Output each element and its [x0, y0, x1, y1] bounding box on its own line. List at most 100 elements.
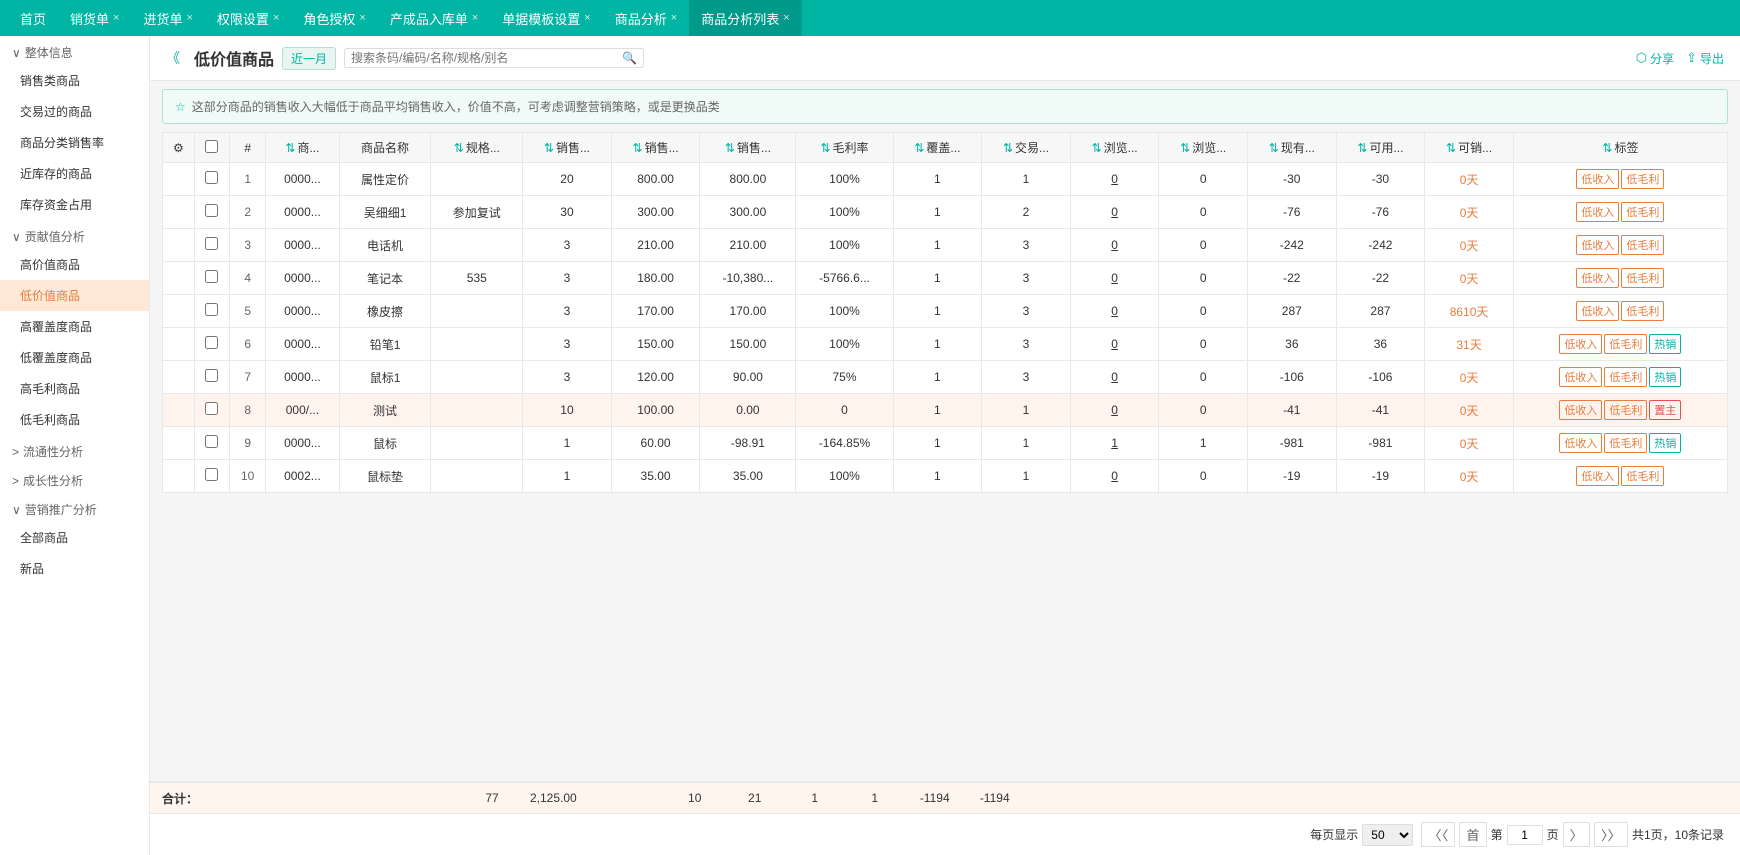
sidebar-item-all-products[interactable]: 全部商品: [0, 522, 149, 553]
row-spec-9: [431, 460, 523, 493]
export-btn[interactable]: ⇪ 导出: [1686, 50, 1724, 67]
col-checkbox-all[interactable]: [194, 133, 229, 163]
col-tags[interactable]: ⇅标签: [1513, 133, 1727, 163]
view1-link[interactable]: 0: [1111, 304, 1118, 318]
view1-link[interactable]: 0: [1111, 370, 1118, 384]
col-settings[interactable]: ⚙: [163, 133, 195, 163]
row-num-8: 9: [230, 427, 266, 460]
row-current-0: -30: [1248, 163, 1337, 196]
nav-purchase[interactable]: 进货单 ×: [131, 0, 204, 36]
row-check-1[interactable]: [205, 204, 218, 217]
row-check-0[interactable]: [205, 171, 218, 184]
sidebar-item-high-coverage[interactable]: 高覆盖度商品: [0, 311, 149, 342]
nav-template[interactable]: 单据模板设置 ×: [490, 0, 602, 36]
row-spec-0: [431, 163, 523, 196]
sidebar-group-growth-arrow[interactable]: >: [12, 474, 19, 488]
col-sellable[interactable]: ⇅可销...: [1425, 133, 1514, 163]
nav-product-analysis[interactable]: 商品分析 ×: [603, 0, 689, 36]
sidebar-item-stock-fund[interactable]: 库存资金占用: [0, 189, 149, 220]
nav-close-role[interactable]: ×: [359, 12, 365, 24]
nav-analysis-list[interactable]: 商品分析列表 ×: [689, 0, 801, 36]
sidebar-collapse-btn[interactable]: 《: [166, 48, 180, 68]
col-sales1[interactable]: ⇅销售...: [523, 133, 612, 163]
share-btn[interactable]: ⬡ 分享: [1636, 50, 1674, 67]
sidebar-item-sales-category[interactable]: 销售类商品: [0, 65, 149, 96]
nav-home[interactable]: 首页: [8, 0, 58, 36]
row-num-2: 3: [230, 229, 266, 262]
search-input[interactable]: [351, 51, 622, 65]
col-available[interactable]: ⇅可用...: [1336, 133, 1425, 163]
row-check-9[interactable]: [205, 468, 218, 481]
row-check-2[interactable]: [205, 237, 218, 250]
view1-link[interactable]: 0: [1111, 205, 1118, 219]
sidebar-item-new-products[interactable]: 新品: [0, 553, 149, 584]
first-page-btn[interactable]: 〈〈: [1421, 822, 1455, 847]
view1-link[interactable]: 0: [1111, 403, 1118, 417]
view1-link[interactable]: 0: [1111, 172, 1118, 186]
col-deal[interactable]: ⇅交易...: [982, 133, 1071, 163]
nav-close-sales[interactable]: ×: [113, 12, 119, 24]
col-view2[interactable]: ⇅浏览...: [1159, 133, 1248, 163]
search-icon[interactable]: 🔍: [622, 51, 637, 65]
per-page-select[interactable]: 50 100 200: [1362, 824, 1413, 846]
row-code-2: 0000...: [266, 229, 340, 262]
prev-page-btn[interactable]: 首: [1459, 822, 1486, 847]
sidebar-group-marketing-arrow[interactable]: ∨: [12, 503, 21, 517]
sidebar-item-low-coverage[interactable]: 低覆盖度商品: [0, 342, 149, 373]
row-days-8: 0天: [1425, 427, 1514, 460]
row-check-7[interactable]: [205, 402, 218, 415]
nav-permission[interactable]: 权限设置 ×: [205, 0, 291, 36]
nav-close-product-in[interactable]: ×: [472, 12, 478, 24]
select-all-checkbox[interactable]: [205, 140, 218, 153]
nav-close-purchase[interactable]: ×: [186, 12, 192, 24]
col-cover[interactable]: ⇅覆盖...: [893, 133, 982, 163]
nav-close-template[interactable]: ×: [584, 12, 590, 24]
row-current-7: -41: [1248, 394, 1337, 427]
row-check-6[interactable]: [205, 369, 218, 382]
row-check-4[interactable]: [205, 303, 218, 316]
row-name-0: 属性定价: [339, 163, 431, 196]
sidebar-group-flow-arrow[interactable]: >: [12, 445, 19, 459]
tag-低毛利: 低毛利: [1604, 367, 1647, 387]
sidebar-item-category-rate[interactable]: 商品分类销售率: [0, 127, 149, 158]
row-check-5[interactable]: [205, 336, 218, 349]
col-margin[interactable]: ⇅毛利率: [796, 133, 893, 163]
sidebar-group-overall-arrow[interactable]: ∨: [12, 46, 21, 60]
row-check-8[interactable]: [205, 435, 218, 448]
nav-product-in[interactable]: 产成品入库单 ×: [378, 0, 490, 36]
sidebar-item-low-margin[interactable]: 低毛利商品: [0, 404, 149, 435]
sidebar-group-contrib-arrow[interactable]: ∨: [12, 230, 21, 244]
nav-close-analysis[interactable]: ×: [671, 12, 677, 24]
sidebar-item-traded[interactable]: 交易过的商品: [0, 96, 149, 127]
col-sales2[interactable]: ⇅销售...: [611, 133, 700, 163]
col-view1[interactable]: ⇅浏览...: [1070, 133, 1159, 163]
next-page-btn[interactable]: 〉: [1563, 822, 1590, 847]
view1-link[interactable]: 0: [1111, 337, 1118, 351]
col-sales3[interactable]: ⇅销售...: [700, 133, 796, 163]
nav-sales-order[interactable]: 销货单 ×: [58, 0, 131, 36]
col-current[interactable]: ⇅现有...: [1248, 133, 1337, 163]
sidebar-group-growth: > 成长性分析: [0, 464, 149, 493]
nav-close-permission[interactable]: ×: [273, 12, 279, 24]
row-check-3[interactable]: [205, 270, 218, 283]
row-cover-4: 1: [893, 295, 982, 328]
sidebar-item-low-stock[interactable]: 近库存的商品: [0, 158, 149, 189]
view1-link[interactable]: 1: [1111, 436, 1118, 450]
col-spec[interactable]: ⇅规格...: [431, 133, 523, 163]
filter-recent-month-btn[interactable]: 近一月: [282, 47, 336, 70]
view1-link[interactable]: 0: [1111, 469, 1118, 483]
row-sales3-9: 35.00: [700, 460, 796, 493]
sidebar-item-high-value[interactable]: 高价值商品: [0, 249, 149, 280]
nav-role[interactable]: 角色授权 ×: [291, 0, 377, 36]
row-sales1-4: 3: [523, 295, 612, 328]
col-code[interactable]: ⇅商...: [266, 133, 340, 163]
view1-link[interactable]: 0: [1111, 238, 1118, 252]
page-number-input[interactable]: [1507, 825, 1543, 845]
sidebar-item-high-margin[interactable]: 高毛利商品: [0, 373, 149, 404]
view1-link[interactable]: 0: [1111, 271, 1118, 285]
tag-低收入: 低收入: [1576, 268, 1619, 288]
sidebar-item-low-value[interactable]: 低价值商品: [0, 280, 149, 311]
col-name[interactable]: 商品名称: [339, 133, 431, 163]
last-page-btn[interactable]: 〉〉: [1594, 822, 1628, 847]
nav-close-analysis-list[interactable]: ×: [783, 12, 789, 24]
